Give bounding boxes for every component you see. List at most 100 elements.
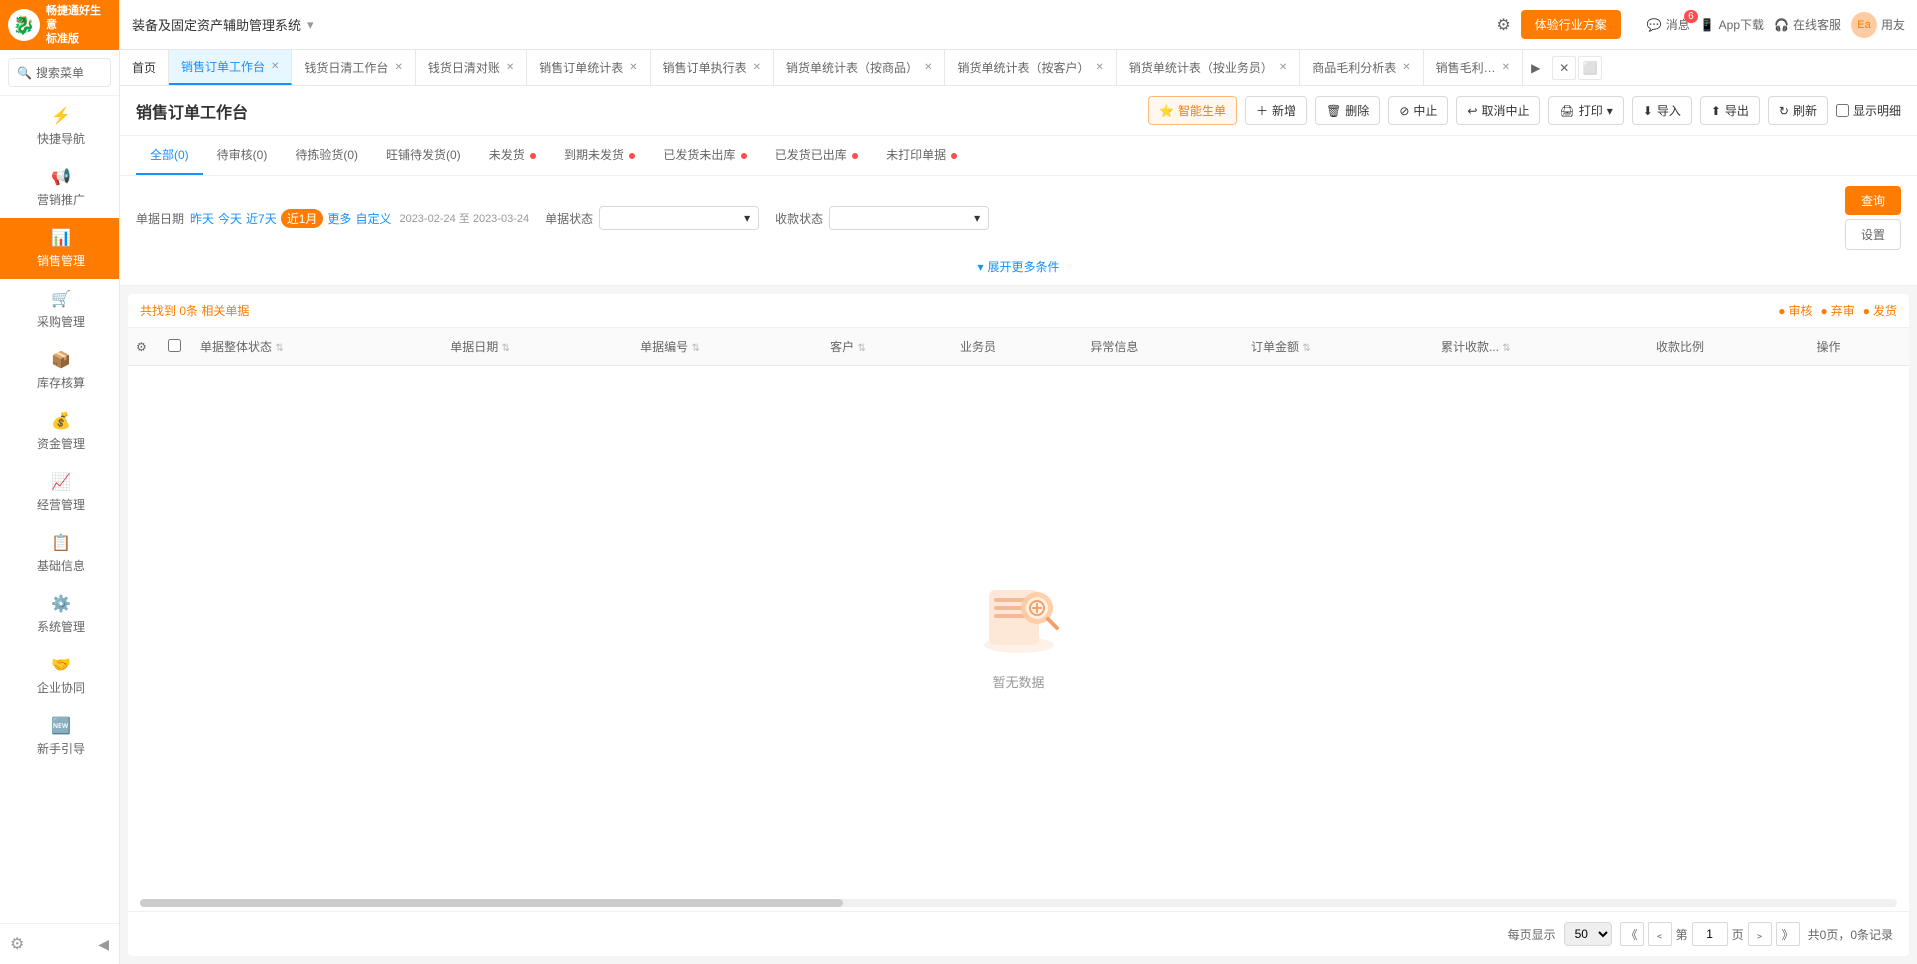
new-button[interactable]: ＋ 新增 bbox=[1245, 96, 1307, 125]
page-size-select[interactable]: 50 bbox=[1564, 922, 1612, 946]
col-amount[interactable]: 订单金额 ⇅ bbox=[1243, 328, 1433, 366]
tab-close-icon[interactable]: ✕ bbox=[394, 62, 402, 73]
col-status[interactable]: 单据整体状态 ⇅ bbox=[192, 328, 442, 366]
tab-close-icon[interactable]: ✕ bbox=[506, 62, 514, 73]
date-option-more[interactable]: 更多 bbox=[327, 210, 351, 227]
tab-sales-product[interactable]: 销货单统计表（按商品） ✕ bbox=[774, 50, 945, 85]
tab-sales-stat[interactable]: 销售订单统计表 ✕ bbox=[527, 50, 650, 85]
filter-tab-not-printed[interactable]: 未打印单据 bbox=[872, 136, 971, 175]
tab-cash-daily[interactable]: 钱货日清工作台 ✕ bbox=[292, 50, 415, 85]
filter-tab-pending[interactable]: 待审核(0) bbox=[203, 136, 282, 175]
tab-home[interactable]: 首页 bbox=[120, 50, 169, 85]
scroll-thumb[interactable] bbox=[140, 899, 843, 907]
date-option-7days[interactable]: 近7天 bbox=[246, 210, 277, 227]
online-service-button[interactable]: 🎧 在线客服 bbox=[1774, 16, 1841, 33]
tab-close-icon[interactable]: ✕ bbox=[924, 62, 932, 73]
page-number-input[interactable] bbox=[1692, 922, 1728, 946]
filter-tab-all[interactable]: 全部(0) bbox=[136, 136, 203, 175]
sidebar-item-basic[interactable]: 📋 基础信息 bbox=[0, 523, 119, 584]
sidebar-item-collab[interactable]: 🤝 企业协同 bbox=[0, 645, 119, 706]
first-page-button[interactable]: 《 bbox=[1620, 922, 1644, 946]
tab-close-icon[interactable]: ✕ bbox=[1502, 62, 1510, 73]
setting-button[interactable]: 设置 bbox=[1845, 219, 1901, 250]
filter-tab-overdue[interactable]: 到期未发货 bbox=[550, 136, 649, 175]
smart-create-button[interactable]: ⭐ 智能生单 bbox=[1148, 96, 1237, 125]
status-select[interactable]: ▾ bbox=[599, 206, 759, 230]
col-exception[interactable]: 异常信息 bbox=[1082, 328, 1243, 366]
filter-tab-shipped-out[interactable]: 已发货未出库 bbox=[649, 136, 760, 175]
date-option-today[interactable]: 今天 bbox=[218, 210, 242, 227]
chevron-down-icon[interactable]: ▾ bbox=[307, 17, 314, 33]
tab-margin[interactable]: 商品毛利分析表 ✕ bbox=[1300, 50, 1423, 85]
tab-ctrl-close-all[interactable]: ✕ bbox=[1552, 56, 1576, 80]
print-button[interactable]: 🖨 打印 ▾ bbox=[1548, 96, 1623, 125]
sidebar-item-operation[interactable]: 📈 经营管理 bbox=[0, 462, 119, 523]
tab-cash-reconcile[interactable]: 钱货日清对账 ✕ bbox=[416, 50, 527, 85]
filter-tab-shipped-done[interactable]: 已发货已出库 bbox=[761, 136, 872, 175]
query-button[interactable]: 查询 bbox=[1845, 186, 1901, 215]
date-option-1month[interactable]: 近1月 bbox=[281, 209, 324, 228]
date-option-custom[interactable]: 自定义 bbox=[355, 210, 391, 227]
tab-sales-staff[interactable]: 销货单统计表（按业务员） ✕ bbox=[1117, 50, 1300, 85]
tab-more-button[interactable]: ▶ bbox=[1523, 50, 1548, 85]
tab-sales-workbench[interactable]: 销售订单工作台 ✕ bbox=[169, 50, 292, 85]
tab-close-icon[interactable]: ✕ bbox=[753, 62, 761, 73]
export-button[interactable]: ⬆ 导出 bbox=[1700, 96, 1760, 125]
refresh-button[interactable]: ↻ 刷新 bbox=[1768, 96, 1828, 125]
stop-button[interactable]: ⊘ 中止 bbox=[1388, 96, 1448, 125]
sidebar-item-marketing[interactable]: 📢 营销推广 bbox=[0, 157, 119, 218]
trial-button[interactable]: 体验行业方案 bbox=[1521, 10, 1621, 39]
col-collected[interactable]: 累计收款... ⇅ bbox=[1433, 328, 1648, 366]
tab-close-icon[interactable]: ✕ bbox=[1095, 62, 1103, 73]
last-page-button[interactable]: 》 bbox=[1776, 922, 1800, 946]
app-download-button[interactable]: 📱 App下载 bbox=[1700, 16, 1764, 33]
prev-page-button[interactable]: ﹤ bbox=[1648, 922, 1672, 946]
next-page-button[interactable]: ﹥ bbox=[1748, 922, 1772, 946]
col-settings[interactable]: ⚙ bbox=[128, 328, 160, 366]
user-button[interactable]: Ea 用友 bbox=[1851, 12, 1905, 38]
tab-close-icon[interactable]: ✕ bbox=[1279, 62, 1287, 73]
filter-tab-inspect[interactable]: 待拣验货(0) bbox=[281, 136, 372, 175]
tab-close-icon[interactable]: ✕ bbox=[629, 62, 637, 73]
tab-sales-more[interactable]: 销售毛利… ✕ bbox=[1424, 50, 1523, 85]
sidebar-item-guide[interactable]: 🆕 新手引导 bbox=[0, 706, 119, 767]
date-option-yesterday[interactable]: 昨天 bbox=[190, 210, 214, 227]
cancel-stop-button[interactable]: ↩ 取消中止 bbox=[1456, 96, 1540, 125]
tab-sales-exec[interactable]: 销售订单执行表 ✕ bbox=[651, 50, 774, 85]
select-all-checkbox[interactable] bbox=[168, 339, 181, 352]
settings-footer-icon[interactable]: ⚙ bbox=[10, 934, 24, 954]
col-number[interactable]: 单据编号 ⇅ bbox=[632, 328, 822, 366]
col-ratio[interactable]: 收款比例 bbox=[1648, 328, 1809, 366]
message-badge: 6 bbox=[1684, 10, 1698, 23]
import-button[interactable]: ⬇ 导入 bbox=[1632, 96, 1692, 125]
show-detail-label[interactable]: 显示明细 bbox=[1836, 102, 1901, 119]
settings-icon[interactable]: ⚙ bbox=[1496, 15, 1510, 35]
col-staff[interactable]: 业务员 bbox=[952, 328, 1082, 366]
show-detail-checkbox[interactable] bbox=[1836, 104, 1849, 117]
ship-button[interactable]: ● 发货 bbox=[1863, 302, 1897, 319]
sidebar-item-quicknav[interactable]: ⚡ 快捷导航 bbox=[0, 96, 119, 157]
collapse-icon[interactable]: ◀ bbox=[98, 936, 109, 953]
delete-button[interactable]: 🗑 删除 bbox=[1315, 96, 1380, 125]
col-date[interactable]: 单据日期 ⇅ bbox=[442, 328, 632, 366]
filter-tab-wangpu[interactable]: 旺铺待发货(0) bbox=[372, 136, 475, 175]
expand-conditions-button[interactable]: ▾ 展开更多条件 bbox=[977, 258, 1059, 275]
scroll-track[interactable] bbox=[140, 899, 1897, 907]
tab-ctrl-maximize[interactable]: ⬜ bbox=[1578, 56, 1602, 80]
tab-close-icon[interactable]: ✕ bbox=[1402, 62, 1410, 73]
table-scroll[interactable]: ⚙ 单据整体状态 ⇅ 单据日期 ⇅ bbox=[128, 328, 1909, 366]
sidebar-item-system[interactable]: ⚙️ 系统管理 bbox=[0, 584, 119, 645]
approve-button[interactable]: ● 审核 bbox=[1778, 302, 1812, 319]
sidebar-item-purchase[interactable]: 🛒 采购管理 bbox=[0, 279, 119, 340]
search-menu-button[interactable]: 🔍 搜索菜单 bbox=[8, 58, 111, 87]
sidebar-item-inventory[interactable]: 📦 库存核算 bbox=[0, 340, 119, 401]
col-customer[interactable]: 客户 ⇅ bbox=[822, 328, 952, 366]
tab-close-icon[interactable]: ✕ bbox=[271, 61, 279, 72]
filter-tab-not-shipped[interactable]: 未发货 bbox=[475, 136, 550, 175]
unapprove-button[interactable]: ● 弃审 bbox=[1820, 302, 1854, 319]
sidebar-item-sales[interactable]: 📊 销售管理 bbox=[0, 218, 119, 279]
sidebar-item-finance[interactable]: 💰 资金管理 bbox=[0, 401, 119, 462]
message-button[interactable]: 💬 消息 6 bbox=[1647, 16, 1690, 33]
payment-select[interactable]: ▾ bbox=[829, 206, 989, 230]
tab-sales-customer[interactable]: 销货单统计表（按客户） ✕ bbox=[945, 50, 1116, 85]
